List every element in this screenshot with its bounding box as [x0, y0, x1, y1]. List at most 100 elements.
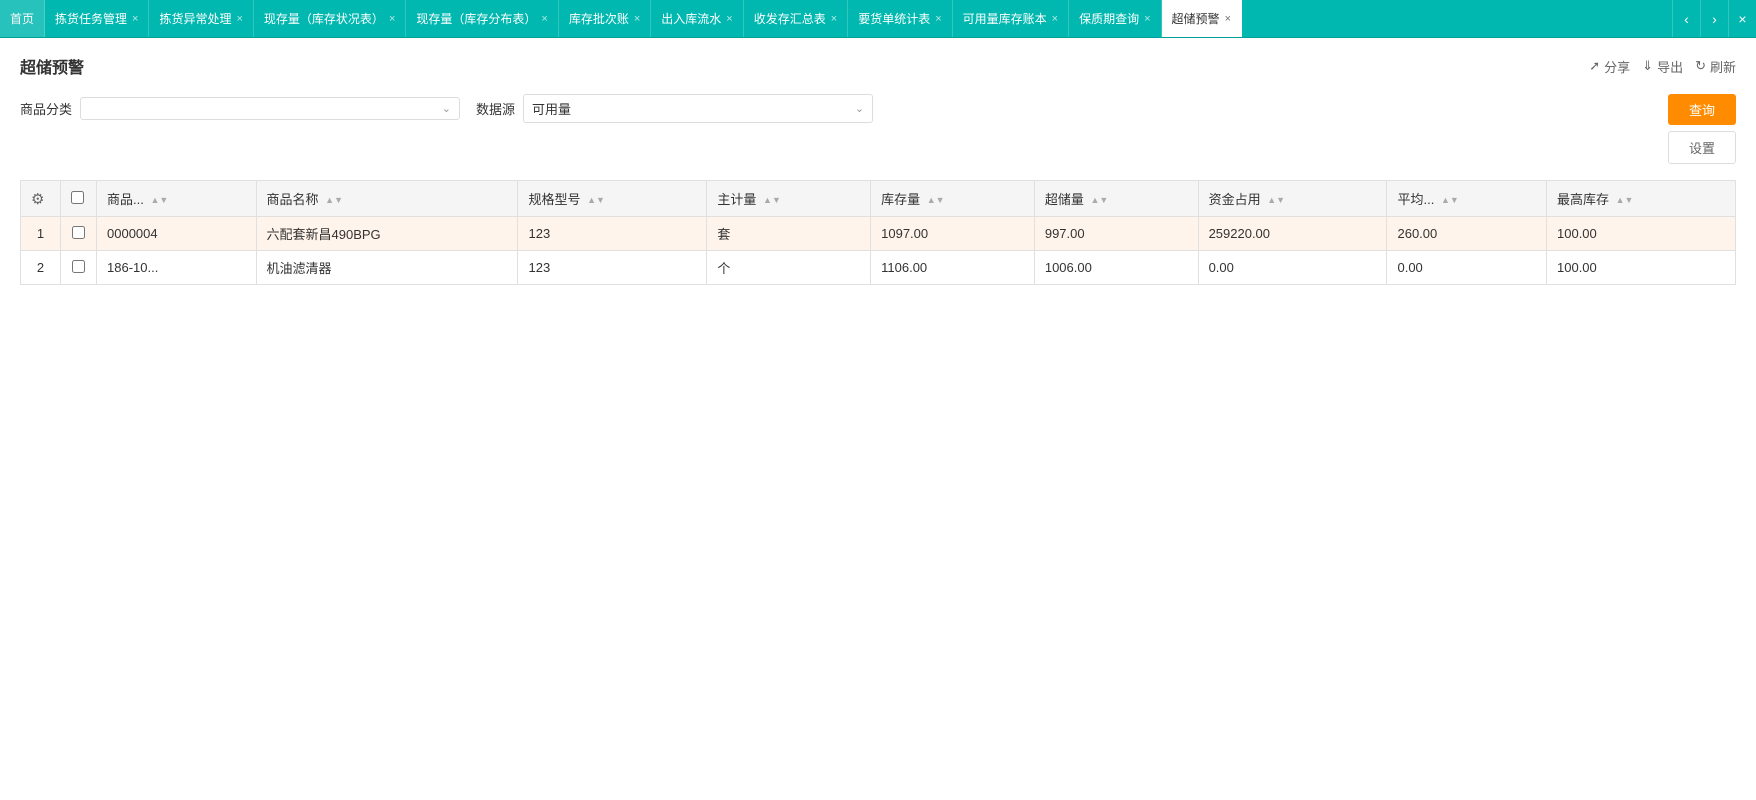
row-avg-1: 0.00 — [1387, 251, 1547, 285]
row-max-stock-0: 100.00 — [1547, 217, 1736, 251]
data-source-select[interactable]: 可用量 ⌄ — [523, 94, 873, 123]
row-stock-1: 1106.00 — [871, 251, 1035, 285]
sort-capital-icon[interactable]: ▲▼ — [1267, 196, 1285, 205]
sort-overstock-icon[interactable]: ▲▼ — [1090, 196, 1108, 205]
close-tab-abnormal-icon[interactable]: × — [236, 13, 242, 25]
share-icon: ➚ — [1589, 58, 1600, 74]
col-max-stock[interactable]: 最高库存 ▲▼ — [1547, 181, 1736, 217]
nav-tab-task-mgmt[interactable]: 拣货任务管理 × — [45, 0, 149, 38]
refresh-icon: ↻ — [1695, 58, 1706, 74]
filter-groups: 商品分类 ⌄ 数据源 可用量 ⌄ — [20, 94, 1648, 123]
row-unit-1: 个 — [707, 251, 871, 285]
col-unit[interactable]: 主计量 ▲▼ — [707, 181, 871, 217]
sort-product-name-icon[interactable]: ▲▼ — [325, 196, 343, 205]
filter-section: 商品分类 ⌄ 数据源 可用量 ⌄ 查询 设置 — [20, 94, 1736, 164]
col-stock[interactable]: 库存量 ▲▼ — [871, 181, 1035, 217]
row-spec-1: 123 — [518, 251, 707, 285]
row-spec-0: 123 — [518, 217, 707, 251]
close-tab-available-account-icon[interactable]: × — [1052, 13, 1058, 25]
nav-tab-stock-dist[interactable]: 现存量（库存分布表） × — [406, 0, 558, 38]
nav-tab-batch-account[interactable]: 库存批次账 × — [559, 0, 651, 38]
page-header: 超储预警 ➚ 分享 ⇓ 导出 ↻ 刷新 — [20, 54, 1736, 78]
nav-arrow-right[interactable]: › — [1700, 0, 1728, 38]
col-max-stock-label: 最高库存 — [1557, 192, 1609, 207]
col-spec[interactable]: 规格型号 ▲▼ — [518, 181, 707, 217]
nav-tab-stock-status[interactable]: 现存量（库存状况表） × — [254, 0, 406, 38]
query-button[interactable]: 查询 — [1668, 94, 1736, 125]
row-overstock-0: 997.00 — [1034, 217, 1198, 251]
close-tab-task-mgmt-icon[interactable]: × — [132, 13, 138, 25]
gear-icon[interactable]: ⚙ — [31, 191, 44, 208]
table-row: 2 186-10... 机油滤清器 123 个 1106.00 1006.00 … — [21, 251, 1736, 285]
nav-tab-collect-total[interactable]: 收发存汇总表 × — [744, 0, 848, 38]
col-checkbox-header[interactable] — [61, 181, 97, 217]
col-spec-label: 规格型号 — [528, 192, 580, 207]
table-header-row: ⚙ 商品... ▲▼ 商品名称 ▲▼ 规格型号 ▲▼ 主计 — [21, 181, 1736, 217]
row-overstock-1: 1006.00 — [1034, 251, 1198, 285]
nav-tab-quality-check[interactable]: 保质期查询 × — [1069, 0, 1161, 38]
nav-arrow-left[interactable]: ‹ — [1672, 0, 1700, 38]
close-tab-quality-check-icon[interactable]: × — [1144, 13, 1150, 25]
sort-unit-icon[interactable]: ▲▼ — [763, 196, 781, 205]
close-tab-overstock-warning-icon[interactable]: × — [1225, 13, 1231, 25]
col-product-code[interactable]: 商品... ▲▼ — [97, 181, 257, 217]
col-unit-label: 主计量 — [717, 192, 756, 207]
row-max-stock-1: 100.00 — [1547, 251, 1736, 285]
nav-tab-available-account[interactable]: 可用量库存账本 × — [953, 0, 1069, 38]
data-source-label: 数据源 — [476, 99, 515, 118]
page-content: 超储预警 ➚ 分享 ⇓ 导出 ↻ 刷新 商品分类 ⌄ — [0, 38, 1756, 800]
col-overstock[interactable]: 超储量 ▲▼ — [1034, 181, 1198, 217]
export-button[interactable]: ⇓ 导出 — [1642, 57, 1683, 76]
row-select-checkbox-1[interactable] — [72, 260, 85, 273]
col-avg[interactable]: 平均... ▲▼ — [1387, 181, 1547, 217]
row-product-code-0: 0000004 — [97, 217, 257, 251]
col-capital-label: 资金占用 — [1209, 192, 1261, 207]
row-avg-0: 260.00 — [1387, 217, 1547, 251]
nav-tab-abnormal[interactable]: 拣货异常处理 × — [149, 0, 253, 38]
product-category-select[interactable]: ⌄ — [80, 97, 460, 120]
row-product-name-1: 机油滤清器 — [256, 251, 518, 285]
select-all-checkbox[interactable] — [71, 191, 84, 204]
row-product-code-1: 186-10... — [97, 251, 257, 285]
col-capital[interactable]: 资金占用 ▲▼ — [1198, 181, 1387, 217]
nav-tab-overstock-warning[interactable]: 超储预警 × — [1162, 0, 1242, 38]
col-product-name[interactable]: 商品名称 ▲▼ — [256, 181, 518, 217]
col-gear[interactable]: ⚙ — [21, 181, 61, 217]
top-navigation: 首页 拣货任务管理 × 拣货异常处理 × 现存量（库存状况表） × 现存量（库存… — [0, 0, 1756, 38]
close-tab-inout-flow-icon[interactable]: × — [726, 13, 732, 25]
row-capital-0: 259220.00 — [1198, 217, 1387, 251]
row-checkbox-1[interactable] — [61, 251, 97, 285]
row-select-checkbox-0[interactable] — [72, 226, 85, 239]
refresh-button[interactable]: ↻ 刷新 — [1695, 57, 1736, 76]
row-num-1: 2 — [21, 251, 61, 285]
close-tab-order-stat-icon[interactable]: × — [935, 13, 941, 25]
row-num-0: 1 — [21, 217, 61, 251]
close-tab-collect-total-icon[interactable]: × — [831, 13, 837, 25]
sort-product-code-icon[interactable]: ▲▼ — [150, 196, 168, 205]
data-source-chevron-icon: ⌄ — [855, 102, 864, 115]
header-actions: ➚ 分享 ⇓ 导出 ↻ 刷新 — [1589, 57, 1736, 76]
nav-arrow-close[interactable]: × — [1728, 0, 1756, 38]
data-table: ⚙ 商品... ▲▼ 商品名称 ▲▼ 规格型号 ▲▼ 主计 — [20, 180, 1736, 285]
col-product-name-label: 商品名称 — [267, 192, 319, 207]
sort-avg-icon[interactable]: ▲▼ — [1441, 196, 1459, 205]
nav-tab-inout-flow[interactable]: 出入库流水 × — [651, 0, 743, 38]
sort-stock-icon[interactable]: ▲▼ — [927, 196, 945, 205]
row-product-name-0: 六配套新昌490BPG — [256, 217, 518, 251]
sort-max-stock-icon[interactable]: ▲▼ — [1616, 196, 1634, 205]
col-avg-label: 平均... — [1397, 192, 1434, 207]
close-tab-batch-account-icon[interactable]: × — [634, 13, 640, 25]
nav-tab-home[interactable]: 首页 — [0, 0, 45, 38]
export-icon: ⇓ — [1642, 58, 1653, 74]
right-buttons: 查询 设置 — [1668, 94, 1736, 164]
share-button[interactable]: ➚ 分享 — [1589, 57, 1630, 76]
row-checkbox-0[interactable] — [61, 217, 97, 251]
close-tab-stock-dist-icon[interactable]: × — [541, 13, 547, 25]
close-tab-stock-status-icon[interactable]: × — [389, 13, 395, 25]
nav-tab-order-stat[interactable]: 要货单统计表 × — [848, 0, 952, 38]
product-category-chevron-icon: ⌄ — [442, 102, 451, 115]
settings-button[interactable]: 设置 — [1668, 131, 1736, 164]
data-source-filter: 数据源 可用量 ⌄ — [476, 94, 873, 123]
sort-spec-icon[interactable]: ▲▼ — [587, 196, 605, 205]
col-overstock-label: 超储量 — [1045, 192, 1084, 207]
